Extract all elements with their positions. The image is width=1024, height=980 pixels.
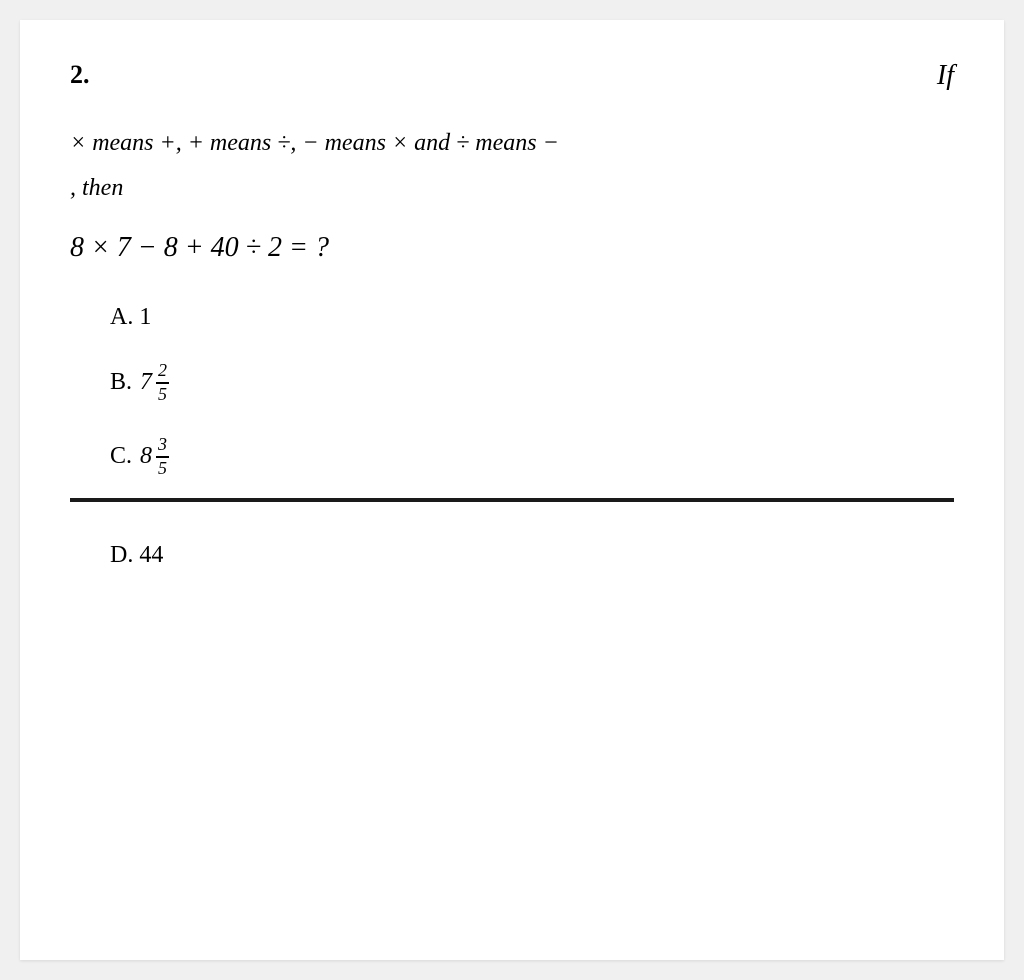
then-line: , then <box>70 175 954 202</box>
option-d[interactable]: D. 44 <box>70 522 954 569</box>
option-b-denominator: 5 <box>156 384 169 405</box>
option-c-numerator: 3 <box>156 435 169 458</box>
option-a-label: A. 1 <box>110 304 151 331</box>
if-label: If <box>937 60 954 92</box>
option-c-fraction: 3 5 <box>156 435 169 479</box>
option-b-fraction: 2 5 <box>156 361 169 405</box>
option-b-whole: 7 <box>140 369 152 396</box>
option-c-label: C. <box>110 443 132 470</box>
option-b[interactable]: B. 7 2 5 <box>110 361 954 405</box>
option-b-value: 7 2 5 <box>140 361 169 405</box>
option-b-label: B. <box>110 369 132 396</box>
option-a[interactable]: A. 1 <box>110 304 954 331</box>
condition-line: × means +, + means ÷, − means × and ÷ me… <box>70 122 954 165</box>
option-c-denominator: 5 <box>156 458 169 479</box>
options-container: A. 1 B. 7 2 5 C. 8 3 5 <box>70 304 954 478</box>
option-c-whole: 8 <box>140 443 152 470</box>
section-divider <box>70 498 954 502</box>
equation-line: 8 × 7 − 8 + 40 ÷ 2 = ? <box>70 232 954 264</box>
option-d-label: D. 44 <box>110 542 163 569</box>
question-header: 2. If <box>70 60 954 92</box>
question-page: 2. If × means +, + means ÷, − means × an… <box>20 20 1004 960</box>
option-c-value: 8 3 5 <box>140 435 169 479</box>
option-b-numerator: 2 <box>156 361 169 384</box>
question-number: 2. <box>70 60 90 90</box>
option-c[interactable]: C. 8 3 5 <box>110 435 954 479</box>
